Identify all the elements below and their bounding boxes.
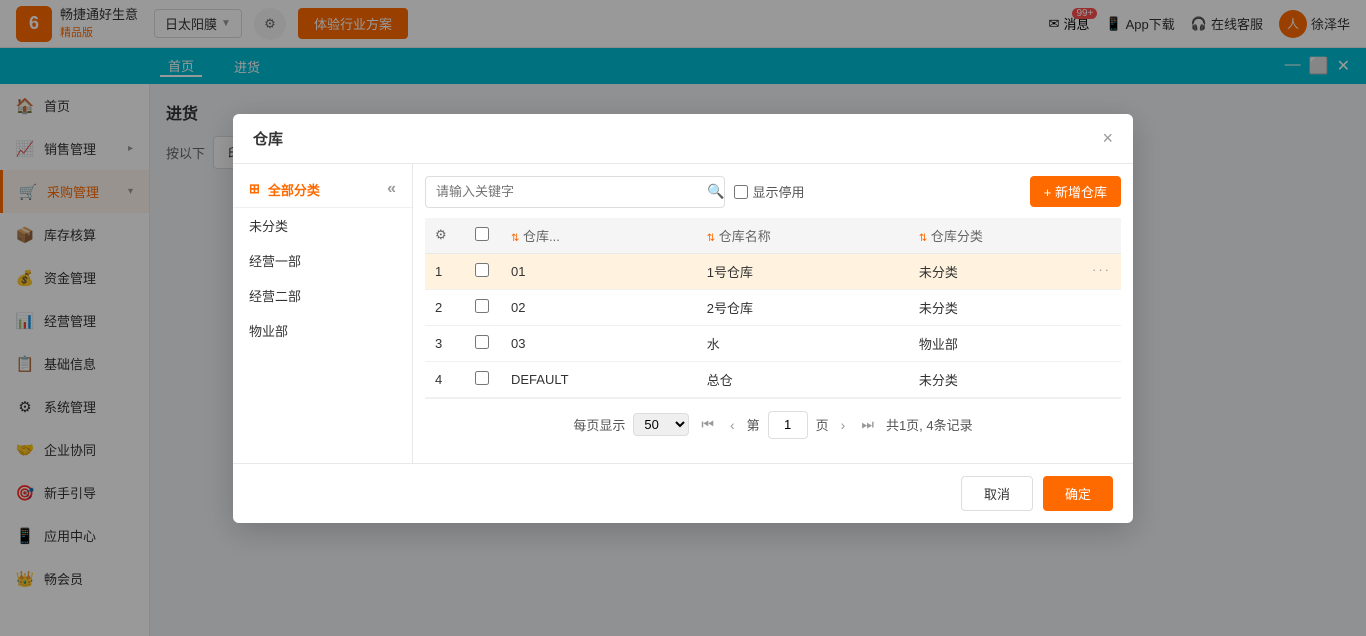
row-checkbox[interactable] xyxy=(475,371,489,385)
category-header: ⊞ 全部分类 « xyxy=(233,172,412,208)
table-row[interactable]: 2 02 2号仓库 未分类 xyxy=(425,289,1121,325)
table-panel: 🔍 显示停用 + 新增仓库 ⚙ xyxy=(413,164,1133,463)
category-item-ops1[interactable]: 经营一部 xyxy=(233,243,412,278)
row-code: 03 xyxy=(501,325,697,361)
category-item-ops2[interactable]: 经营二部 xyxy=(233,278,412,313)
per-page-select[interactable]: 50 100 200 xyxy=(633,413,689,436)
warehouse-modal: 仓库 × ⊞ 全部分类 « 未分类 经营一部 经营二部 物业部 xyxy=(233,114,1133,523)
row-actions-menu[interactable]: ··· xyxy=(1092,262,1111,277)
row-cb xyxy=(465,289,501,325)
table-body: 1 01 1号仓库 未分类 ··· 2 0 xyxy=(425,253,1121,397)
show-disabled-label: 显示停用 xyxy=(752,182,804,201)
show-disabled-toggle[interactable]: 显示停用 xyxy=(734,182,804,201)
category-collapse-button[interactable]: « xyxy=(387,180,396,198)
first-page-button[interactable]: ⏮ xyxy=(697,416,718,433)
category-all-label[interactable]: 全部分类 xyxy=(268,180,320,199)
row-code: DEFAULT xyxy=(501,361,697,397)
sort-icon-cat: ⇅ xyxy=(919,233,927,244)
table-head: ⚙ ⇅ 仓库... ⇅ 仓库名称 xyxy=(425,218,1121,254)
row-checkbox[interactable] xyxy=(475,299,489,313)
modal-close-button[interactable]: × xyxy=(1102,128,1113,149)
row-name: 2号仓库 xyxy=(697,289,909,325)
th-code[interactable]: ⇅ 仓库... xyxy=(501,218,697,254)
row-cb xyxy=(465,361,501,397)
th-name[interactable]: ⇅ 仓库名称 xyxy=(697,218,909,254)
page-number-input[interactable] xyxy=(768,411,808,439)
row-name: 水 xyxy=(697,325,909,361)
row-category: 未分类 xyxy=(909,289,1121,325)
row-checkbox[interactable] xyxy=(475,335,489,349)
confirm-button[interactable]: 确定 xyxy=(1043,476,1113,511)
next-page-button[interactable]: › xyxy=(837,417,850,433)
table-row[interactable]: 1 01 1号仓库 未分类 ··· xyxy=(425,253,1121,289)
row-no: 2 xyxy=(425,289,465,325)
add-warehouse-button[interactable]: + 新增仓库 xyxy=(1030,176,1121,207)
table-row[interactable]: 3 03 水 物业部 xyxy=(425,325,1121,361)
page-label: 第 xyxy=(747,415,760,434)
grid-icon: ⊞ xyxy=(249,181,260,197)
row-category: 物业部 xyxy=(909,325,1121,361)
row-name: 总仓 xyxy=(697,361,909,397)
cancel-button[interactable]: 取消 xyxy=(961,476,1033,511)
page-unit: 页 xyxy=(816,415,829,434)
modal-header: 仓库 × xyxy=(233,114,1133,164)
prev-page-button[interactable]: ‹ xyxy=(726,417,739,433)
row-code: 01 xyxy=(501,253,697,289)
row-checkbox[interactable] xyxy=(475,263,489,277)
row-category: 未分类 xyxy=(909,361,1121,397)
row-cb xyxy=(465,325,501,361)
row-cb xyxy=(465,253,501,289)
sort-icon: ⇅ xyxy=(511,233,519,244)
th-checkbox xyxy=(465,218,501,254)
show-disabled-checkbox[interactable] xyxy=(734,185,748,199)
modal-body: ⊞ 全部分类 « 未分类 经营一部 经营二部 物业部 🔍 显示停用 xyxy=(233,164,1133,463)
modal-overlay: 仓库 × ⊞ 全部分类 « 未分类 经营一部 经营二部 物业部 xyxy=(0,0,1366,636)
table-header-row: ⚙ ⇅ 仓库... ⇅ 仓库名称 xyxy=(425,218,1121,254)
row-name: 1号仓库 xyxy=(697,253,909,289)
table-container: ⚙ ⇅ 仓库... ⇅ 仓库名称 xyxy=(425,218,1121,398)
total-records: 共1页, 4条记录 xyxy=(886,415,973,434)
category-item-unclassified[interactable]: 未分类 xyxy=(233,208,412,243)
search-input[interactable] xyxy=(425,176,725,208)
table-toolbar: 🔍 显示停用 + 新增仓库 xyxy=(425,176,1121,208)
category-item-property[interactable]: 物业部 xyxy=(233,313,412,348)
warehouse-table: ⚙ ⇅ 仓库... ⇅ 仓库名称 xyxy=(425,218,1121,398)
sort-icon-name: ⇅ xyxy=(707,233,715,244)
table-row[interactable]: 4 DEFAULT 总仓 未分类 xyxy=(425,361,1121,397)
th-gear[interactable]: ⚙ xyxy=(425,218,465,254)
modal-title: 仓库 xyxy=(253,128,283,149)
config-icon: ⚙ xyxy=(435,227,447,242)
row-code: 02 xyxy=(501,289,697,325)
row-category: 未分类 ··· xyxy=(909,253,1121,289)
last-page-button[interactable]: ⏭ xyxy=(857,416,878,433)
th-category[interactable]: ⇅ 仓库分类 xyxy=(909,218,1121,254)
row-no: 4 xyxy=(425,361,465,397)
per-page-label: 每页显示 xyxy=(573,415,625,434)
search-button[interactable]: 🔍 xyxy=(707,183,724,200)
modal-footer: 取消 确定 xyxy=(233,463,1133,523)
row-no: 1 xyxy=(425,253,465,289)
row-no: 3 xyxy=(425,325,465,361)
select-all-checkbox[interactable] xyxy=(475,227,489,241)
category-panel: ⊞ 全部分类 « 未分类 经营一部 经营二部 物业部 xyxy=(233,164,413,463)
pagination: 每页显示 50 100 200 ⏮ ‹ 第 页 › ⏭ 共1页, 4条记录 xyxy=(425,398,1121,451)
